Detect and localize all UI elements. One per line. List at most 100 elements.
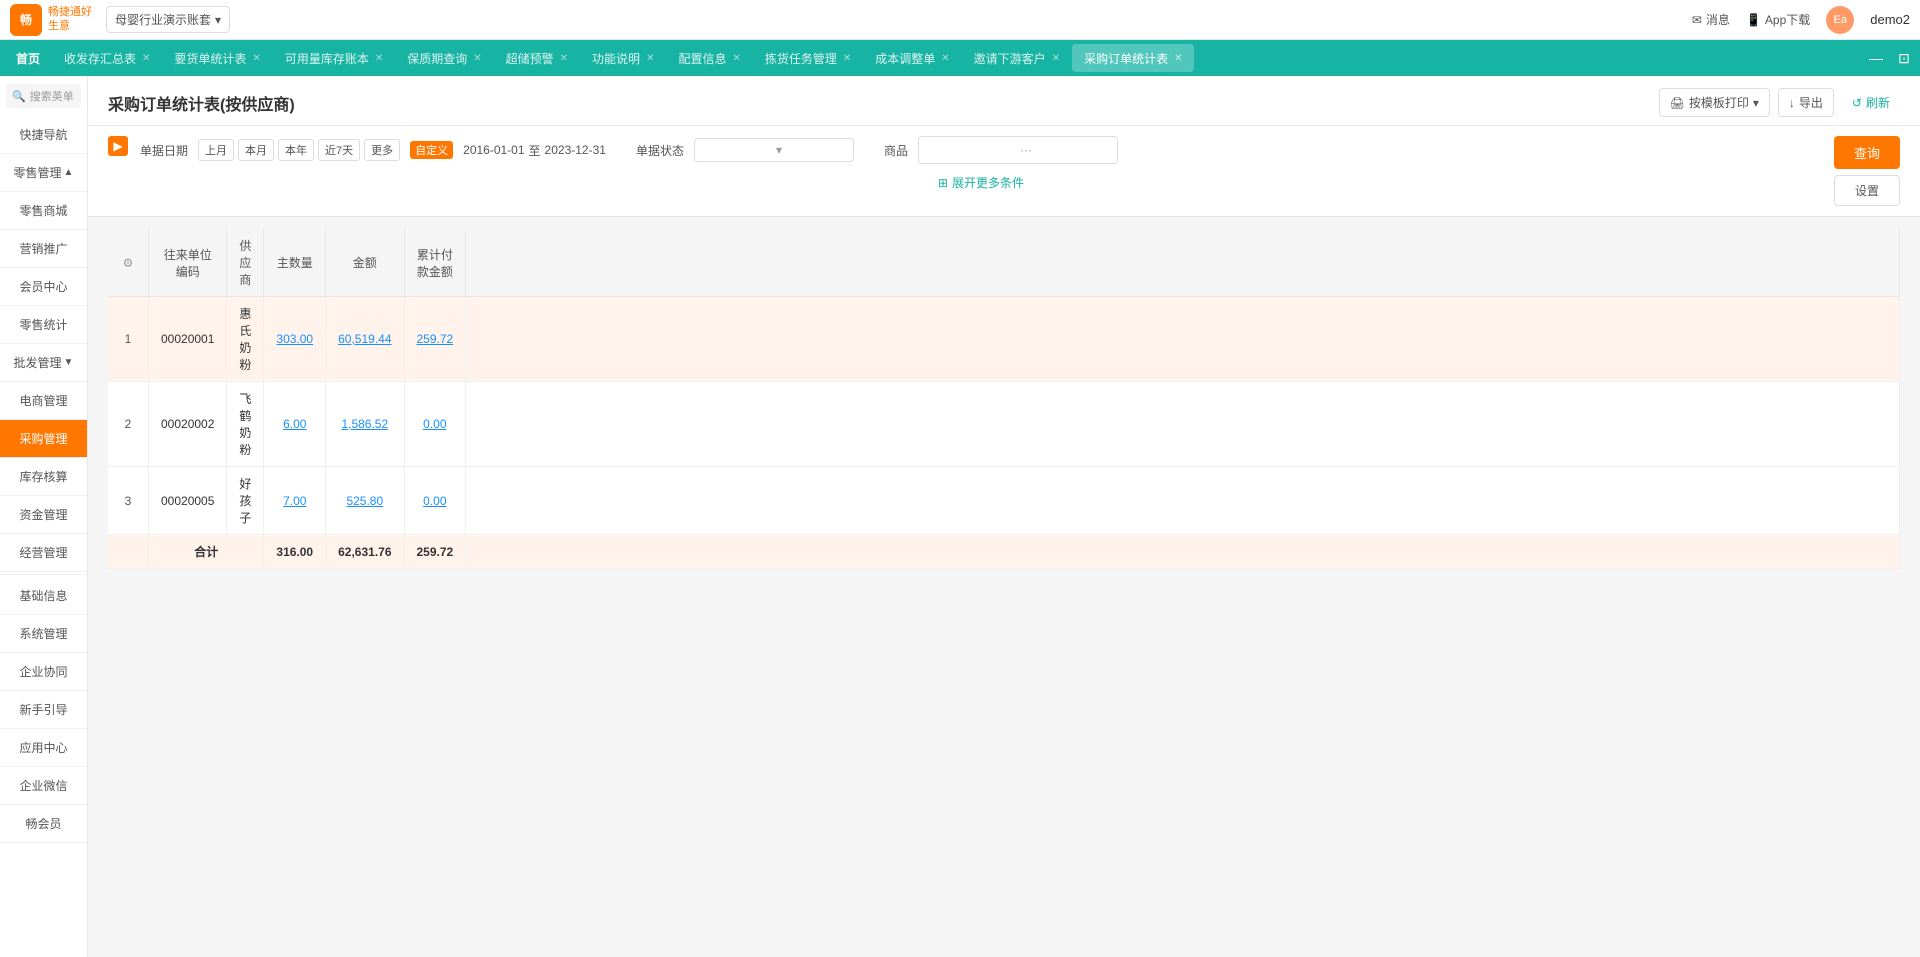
sidebar-item-enterprise-collab[interactable]: 企业协同 [0,653,87,691]
date-btn-last-month[interactable]: 上月 [198,139,234,161]
workspace-selector[interactable]: 母婴行业演示账套 ▾ [106,6,230,33]
top-bar: 畅 畅捷通好生意 母婴行业演示账套 ▾ ✉ 消息 📱 App下载 Ea demo… [0,0,1920,40]
close-icon[interactable]: ✕ [142,53,150,64]
filter-toggle-btn[interactable]: ▶ [108,136,128,156]
sidebar-item-marketing[interactable]: 营销推广 [0,230,87,268]
date-shortcuts: 上月 本月 本年 近7天 更多 [198,139,400,161]
nav-tabs-bar: 首页 收发存汇总表 ✕ 要货单统计表 ✕ 可用量库存账本 ✕ 保质期查询 ✕ 超… [0,40,1920,76]
page-header: 采购订单统计表(按供应商) 🖨 按模板打印 ▾ ↓ 导出 ↺ 刷新 [88,76,1920,126]
export-icon: ↓ [1789,96,1795,110]
sidebar-item-retail-store[interactable]: 零售商城 [0,192,87,230]
tab-available-stock[interactable]: 可用量库存账本 ✕ [273,44,395,72]
close-icon[interactable]: ✕ [375,53,383,64]
page-title: 采购订单统计表(按供应商) [108,91,295,115]
search-box[interactable]: 🔍 搜索英单 [6,84,81,108]
sidebar-item-app-center[interactable]: 应用中心 [0,729,87,767]
row-main-qty[interactable]: 303.00 [264,297,326,382]
maximize-icon[interactable]: ⊡ [1892,46,1916,70]
sidebar-item-retail-mgmt[interactable]: 零售管理 ▲ [0,154,87,192]
close-icon[interactable]: ✕ [1174,53,1182,64]
filter-line2: ⊞ 展开更多条件 [140,170,1822,195]
tab-pick-task[interactable]: 拣货任务管理 ✕ [753,44,863,72]
tab-purchase-summary[interactable]: 采购订单统计表 ✕ [1072,44,1194,72]
settings-button[interactable]: 设置 [1834,175,1900,206]
table-row: 3 00020005 好孩子 7.00 525.80 0.00 [108,467,1900,535]
nav-window-controls: — ⊡ [1864,46,1916,70]
footer-extra [466,535,1900,569]
sidebar-item-member-center[interactable]: 会员中心 [0,268,87,306]
sidebar-item-operation-mgmt[interactable]: 经营管理 [0,534,87,572]
query-buttons: 查询 设置 [1834,136,1900,206]
username-label: demo2 [1870,12,1910,27]
tab-config-info[interactable]: 配置信息 ✕ [666,44,752,72]
sidebar-item-ecommerce-mgmt[interactable]: 电商管理 [0,382,87,420]
expand-conditions-btn[interactable]: ⊞ 展开更多条件 [930,170,1032,195]
close-icon[interactable]: ✕ [560,53,568,64]
date-btn-this-month[interactable]: 本月 [238,139,274,161]
table-header-row: ⚙ 往来单位编码 供应商 主数量 金额 累计付款金额 [108,229,1900,297]
tab-receive-summary[interactable]: 收发存汇总表 ✕ [52,44,162,72]
sidebar-item-finance-mgmt[interactable]: 资金管理 [0,496,87,534]
tab-function-desc[interactable]: 功能说明 ✕ [580,44,666,72]
message-btn[interactable]: ✉ 消息 [1692,11,1730,28]
sidebar-item-system-mgmt[interactable]: 系统管理 [0,615,87,653]
user-avatar[interactable]: Ea [1826,6,1854,34]
sidebar-item-enterprise-wechat[interactable]: 企业微信 [0,767,87,805]
row-paid-amount[interactable]: 259.72 [404,297,466,382]
close-icon[interactable]: ✕ [252,53,260,64]
row-paid-amount[interactable]: 0.00 [404,467,466,535]
product-input[interactable]: ··· [918,136,1118,164]
tab-expiry-query[interactable]: 保质期查询 ✕ [395,44,493,72]
row-amount[interactable]: 1,586.52 [326,382,404,467]
sidebar-item-purchase-mgmt[interactable]: 采购管理 [0,420,87,458]
sidebar-item-retail-stats[interactable]: 零售统计 [0,306,87,344]
refresh-button[interactable]: ↺ 刷新 [1842,89,1900,116]
tab-invite-downstream[interactable]: 邀请下游客户 ✕ [962,44,1072,72]
row-main-qty[interactable]: 7.00 [264,467,326,535]
row-paid-amount[interactable]: 0.00 [404,382,466,467]
close-icon[interactable]: ✕ [843,53,851,64]
more-options-icon[interactable]: ··· [1014,141,1109,159]
chevron-down-icon: ▾ [215,13,221,27]
print-icon: 🖨 [1670,96,1685,110]
tab-order-summary[interactable]: 要货单统计表 ✕ [162,44,272,72]
close-icon[interactable]: ✕ [646,53,654,64]
close-icon[interactable]: ✕ [473,53,481,64]
sidebar-item-basic-info[interactable]: 基础信息 [0,577,87,615]
row-no: 3 [108,467,149,535]
sidebar-item-new-guide[interactable]: 新手引导 [0,691,87,729]
status-select[interactable]: ▾ [694,138,854,162]
tab-cost-adjust[interactable]: 成本调整单 ✕ [863,44,961,72]
sidebar-item-wholesale-mgmt[interactable]: 批发管理 ▼ [0,344,87,382]
date-btn-last7days[interactable]: 近7天 [318,139,360,161]
tab-home[interactable]: 首页 [4,44,52,72]
sidebar-item-quick-nav[interactable]: 快捷导航 [0,116,87,154]
row-amount[interactable]: 60,519.44 [326,297,404,382]
message-icon: ✉ [1692,13,1702,27]
date-btn-more[interactable]: 更多 [364,139,400,161]
app-download-btn[interactable]: 📱 App下载 [1746,11,1810,28]
th-amount: 金额 [326,229,404,297]
query-button[interactable]: 查询 [1834,136,1900,169]
tab-overstock-warning[interactable]: 超储预警 ✕ [494,44,580,72]
print-button[interactable]: 🖨 按模板打印 ▾ [1659,88,1770,117]
close-icon[interactable]: ✕ [941,53,949,64]
column-settings-icon[interactable]: ⚙ [120,255,136,271]
table-row: 2 00020002 飞鹤奶粉 6.00 1,586.52 0.00 [108,382,1900,467]
minimize-icon[interactable]: — [1864,46,1888,70]
footer-label: 合计 [149,535,264,569]
date-btn-this-year[interactable]: 本年 [278,139,314,161]
export-button[interactable]: ↓ 导出 [1778,88,1834,117]
logo-text: 畅捷通好生意 [48,6,98,32]
sidebar-item-inventory-check[interactable]: 库存核算 [0,458,87,496]
row-main-qty[interactable]: 6.00 [264,382,326,467]
footer-amount: 62,631.76 [326,535,404,569]
product-label: 商品 [884,142,908,159]
close-icon[interactable]: ✕ [732,53,740,64]
sidebar: 🔍 搜索英单 快捷导航 零售管理 ▲ 零售商城 营销推广 会员中心 零售统计 批… [0,76,88,957]
sidebar-item-vip-member[interactable]: 畅会员 [0,805,87,843]
row-amount[interactable]: 525.80 [326,467,404,535]
row-no: 2 [108,382,149,467]
close-icon[interactable]: ✕ [1052,53,1060,64]
row-extra [466,382,1900,467]
